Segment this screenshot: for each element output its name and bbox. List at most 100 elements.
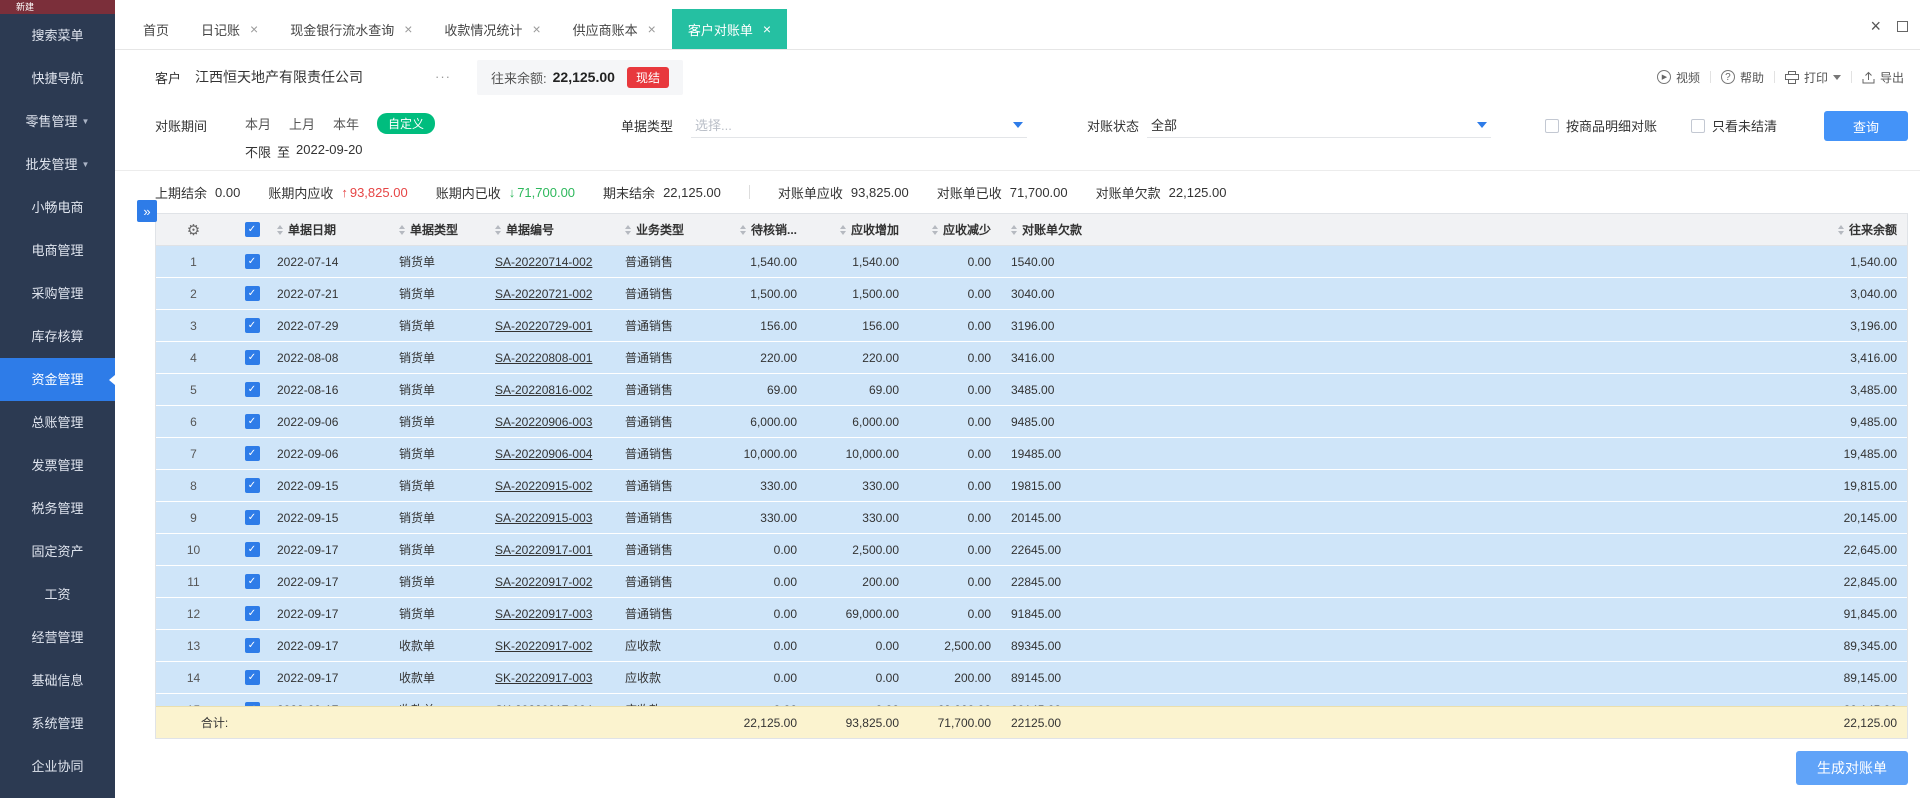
sidebar-item[interactable]: 经营管理 xyxy=(0,616,115,659)
tab-close-icon[interactable] xyxy=(532,21,540,37)
sidebar-item[interactable]: 工资 xyxy=(0,573,115,616)
doc-type-select[interactable]: 选择... xyxy=(691,112,1027,138)
document-link[interactable]: SA-20220915-003 xyxy=(495,511,592,525)
period-custom-button[interactable]: 自定义 xyxy=(377,113,436,134)
column-header-type[interactable]: 单据类型 xyxy=(399,214,495,245)
table-row[interactable]: 12 2022-09-17 销货单 SA-20220917-003 普通销售 0… xyxy=(156,598,1907,630)
row-checkbox[interactable] xyxy=(244,542,260,557)
document-link[interactable]: SA-20220906-003 xyxy=(495,415,592,429)
document-link[interactable]: SA-20220729-001 xyxy=(495,319,592,333)
table-row[interactable]: 7 2022-09-06 销货单 SA-20220906-004 普通销售 10… xyxy=(156,438,1907,470)
customer-field[interactable]: 江西恒天地产有限责任公司 xyxy=(195,67,435,87)
column-header-owed[interactable]: 对账单欠款 xyxy=(1001,214,1133,245)
column-header-number[interactable]: 单据编号 xyxy=(495,214,625,245)
row-checkbox[interactable] xyxy=(244,414,260,429)
sidebar-item[interactable]: 采购管理 xyxy=(0,272,115,315)
document-link[interactable]: SA-20220917-001 xyxy=(495,543,592,557)
table-row[interactable]: 13 2022-09-17 收款单 SK-20220917-002 应收款 0.… xyxy=(156,630,1907,662)
row-checkbox[interactable] xyxy=(244,318,260,333)
select-all-checkbox[interactable] xyxy=(244,222,260,237)
sidebar-item[interactable]: 批发管理 xyxy=(0,143,115,186)
sidebar-item[interactable]: 系统管理 xyxy=(0,702,115,745)
column-header-balance[interactable]: 往来余额 xyxy=(1795,214,1907,245)
sidebar-item[interactable]: 电商管理 xyxy=(0,229,115,272)
table-row[interactable]: 8 2022-09-15 销货单 SA-20220915-002 普通销售 33… xyxy=(156,470,1907,502)
tab[interactable]: 现金银行流水查询 xyxy=(274,9,428,49)
column-header-increase[interactable]: 应收增加 xyxy=(807,214,909,245)
help-button[interactable]: 帮助 xyxy=(1720,69,1764,86)
table-row[interactable]: 11 2022-09-17 销货单 SA-20220917-002 普通销售 0… xyxy=(156,566,1907,598)
detail-reconcile-checkbox[interactable]: 按商品明细对账 xyxy=(1545,116,1657,135)
table-row[interactable]: 15 2022-09-17 收款单 SK-20220917-004 应收款 0.… xyxy=(156,694,1907,706)
fullscreen-icon[interactable] xyxy=(1897,21,1908,32)
tab-close-icon[interactable] xyxy=(404,21,412,37)
tab-close-icon[interactable] xyxy=(250,21,258,37)
unsettled-only-checkbox[interactable]: 只看未结清 xyxy=(1691,116,1777,135)
table-row[interactable]: 5 2022-08-16 销货单 SA-20220816-002 普通销售 69… xyxy=(156,374,1907,406)
sidebar-item[interactable]: 固定资产 xyxy=(0,530,115,573)
sidebar-item[interactable]: 企业协同 xyxy=(0,745,115,788)
row-checkbox[interactable] xyxy=(244,350,260,365)
row-checkbox[interactable] xyxy=(244,446,260,461)
document-link[interactable]: SA-20220917-002 xyxy=(495,575,592,589)
sidebar-item[interactable]: 基础信息 xyxy=(0,659,115,702)
table-row[interactable]: 4 2022-08-08 销货单 SA-20220808-001 普通销售 22… xyxy=(156,342,1907,374)
document-link[interactable]: SK-20220917-003 xyxy=(495,671,592,685)
period-option[interactable]: 本年 xyxy=(333,114,359,133)
table-row[interactable]: 9 2022-09-15 销货单 SA-20220915-003 普通销售 33… xyxy=(156,502,1907,534)
document-link[interactable]: SA-20220714-002 xyxy=(495,255,592,269)
sidebar-item[interactable]: 搜索菜单 xyxy=(0,14,115,57)
tab-close-icon[interactable] xyxy=(763,21,771,37)
sidebar-item[interactable]: 税务管理 xyxy=(0,487,115,530)
row-checkbox[interactable] xyxy=(244,478,260,493)
document-link[interactable]: SA-20220917-003 xyxy=(495,607,592,621)
sidebar-item[interactable]: 发票管理 xyxy=(0,444,115,487)
row-checkbox[interactable] xyxy=(244,606,260,621)
document-link[interactable]: SA-20220808-001 xyxy=(495,351,592,365)
tab[interactable]: 收款情况统计 xyxy=(428,9,556,49)
table-row[interactable]: 3 2022-07-29 销货单 SA-20220729-001 普通销售 15… xyxy=(156,310,1907,342)
status-select[interactable]: 全部 xyxy=(1147,112,1491,138)
query-button[interactable]: 查询 xyxy=(1824,111,1908,141)
more-icon[interactable] xyxy=(435,68,451,86)
sidebar-item[interactable]: 快捷导航 xyxy=(0,57,115,100)
period-option[interactable]: 上月 xyxy=(289,114,315,133)
sidebar-item[interactable]: 资金管理 xyxy=(0,358,115,401)
print-button[interactable]: 打印 xyxy=(1784,69,1841,86)
video-button[interactable]: 视频 xyxy=(1656,69,1700,86)
document-link[interactable]: SA-20220915-002 xyxy=(495,479,592,493)
sidebar-item[interactable]: 小畅电商 xyxy=(0,186,115,229)
row-checkbox[interactable] xyxy=(244,574,260,589)
tab-close-icon[interactable] xyxy=(648,21,656,37)
tab[interactable]: 首页 xyxy=(127,9,185,49)
document-link[interactable]: SA-20220906-004 xyxy=(495,447,592,461)
document-link[interactable]: SA-20220816-002 xyxy=(495,383,592,397)
sidebar-item[interactable]: 库存核算 xyxy=(0,315,115,358)
sidebar-item[interactable]: 零售管理 xyxy=(0,100,115,143)
sidebar-item[interactable]: 总账管理 xyxy=(0,401,115,444)
column-header-decrease[interactable]: 应收减少 xyxy=(909,214,1001,245)
export-button[interactable]: 导出 xyxy=(1862,69,1904,86)
table-row[interactable]: 14 2022-09-17 收款单 SK-20220917-003 应收款 0.… xyxy=(156,662,1907,694)
table-row[interactable]: 2 2022-07-21 销货单 SA-20220721-002 普通销售 1,… xyxy=(156,278,1907,310)
row-checkbox[interactable] xyxy=(244,510,260,525)
close-icon[interactable] xyxy=(1870,16,1881,37)
period-option[interactable]: 本月 xyxy=(245,114,271,133)
expand-panel-button[interactable] xyxy=(137,200,157,222)
generate-statement-button[interactable]: 生成对账单 xyxy=(1796,751,1908,785)
column-header-business[interactable]: 业务类型 xyxy=(625,214,707,245)
tab[interactable]: 客户对账单 xyxy=(671,9,788,49)
gear-icon[interactable] xyxy=(187,221,200,239)
document-link[interactable]: SK-20220917-004 xyxy=(495,703,592,707)
period-end-date-field[interactable]: 2022-09-20 xyxy=(296,142,363,161)
tab[interactable]: 供应商账本 xyxy=(557,9,672,49)
period-start-field[interactable]: 不限 xyxy=(245,142,271,161)
tab[interactable]: 日记账 xyxy=(185,9,274,49)
column-header-date[interactable]: 单据日期 xyxy=(273,214,399,245)
table-row[interactable]: 10 2022-09-17 销货单 SA-20220917-001 普通销售 0… xyxy=(156,534,1907,566)
table-row[interactable]: 6 2022-09-06 销货单 SA-20220906-003 普通销售 6,… xyxy=(156,406,1907,438)
table-row[interactable]: 1 2022-07-14 销货单 SA-20220714-002 普通销售 1,… xyxy=(156,246,1907,278)
document-link[interactable]: SK-20220917-002 xyxy=(495,639,592,653)
row-checkbox[interactable] xyxy=(244,638,260,653)
document-link[interactable]: SA-20220721-002 xyxy=(495,287,592,301)
